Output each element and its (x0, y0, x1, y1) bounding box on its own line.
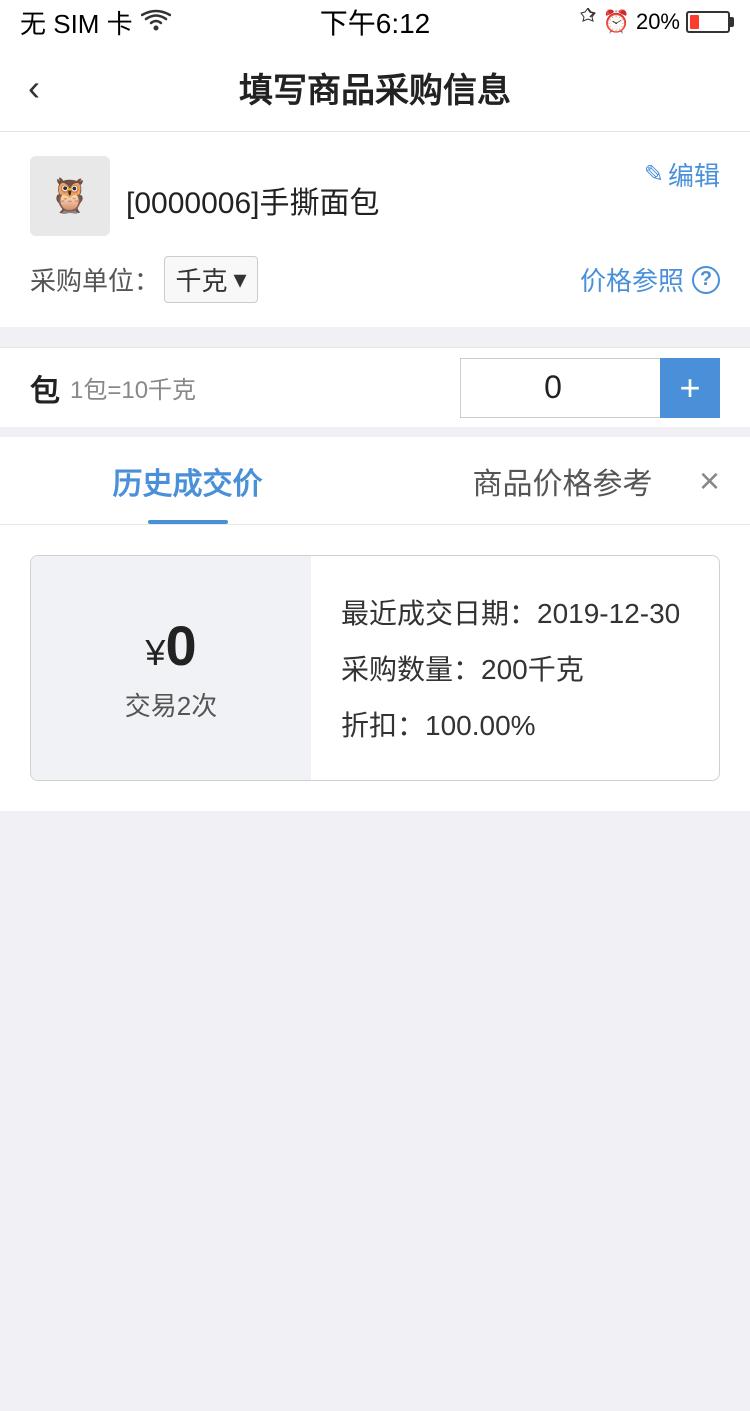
discount-label: 折扣： (341, 710, 425, 741)
main-body (0, 811, 750, 1411)
recent-date-label: 最近成交日期： (341, 598, 537, 629)
product-thumbnail: 🦉 (30, 156, 110, 236)
recent-date-row: 最近成交日期：2019-12-30 (341, 592, 689, 632)
unit-select[interactable]: 千克 ▾ (164, 256, 257, 303)
quantity-section: 包 1包=10千克 + (0, 347, 750, 427)
status-time: 下午6:12 (320, 2, 431, 42)
price-card-left: ¥0 交易2次 (31, 556, 311, 780)
product-left: 🦉 [0000006]手撕面包 (30, 156, 379, 236)
alarm-icon: ⏰ (603, 9, 630, 35)
tab-reference-label: 商品价格参考 (473, 459, 653, 503)
unit-label: 采购单位： (30, 266, 160, 296)
price-trades: 交易2次 (125, 686, 217, 723)
carrier-text: 无 SIM 卡 (20, 4, 133, 41)
product-meta: 采购单位： 千克 ▾ 价格参照 ? (30, 256, 720, 303)
discount-row: 折扣：100.00% (341, 704, 689, 744)
quantity-unit: 包 (30, 366, 60, 410)
tab-history-price[interactable]: 历史成交价 (0, 437, 375, 524)
price-card-right: 最近成交日期：2019-12-30 采购数量：200千克 折扣：100.00% (311, 556, 719, 780)
wifi-icon (141, 7, 171, 38)
discount-value: 100.00% (425, 710, 536, 741)
tabs-header: 历史成交价 商品价格参考 × (0, 437, 750, 525)
price-card: ¥0 交易2次 最近成交日期：2019-12-30 采购数量：200千克 折扣：… (30, 555, 720, 781)
location-icon (579, 8, 597, 36)
nav-bar: ‹ 填写商品采购信息 (0, 44, 750, 132)
tab-history-label: 历史成交价 (113, 459, 263, 503)
quantity-input-wrap: + (460, 358, 720, 418)
tab-price-reference[interactable]: 商品价格参考 (375, 437, 750, 524)
price-amount: 0 (165, 614, 196, 677)
product-owl-icon: 🦉 (49, 176, 91, 216)
quantity-conversion: 1包=10千克 (70, 370, 196, 405)
tabs-panel: 历史成交价 商品价格参考 × ¥0 交易2次 最近成交日期：2019-12-30… (0, 437, 750, 811)
purchase-qty-value: 200千克 (481, 654, 584, 685)
tab-underline (148, 520, 228, 524)
battery-percent: 20% (636, 9, 680, 35)
purchase-qty-label: 采购数量： (341, 654, 481, 685)
quantity-label: 包 1包=10千克 (30, 366, 196, 410)
edit-button[interactable]: ✎ 编辑 (644, 156, 720, 193)
unit-selector-wrap: 采购单位： 千克 ▾ (30, 256, 258, 303)
chevron-down-icon: ▾ (233, 264, 246, 295)
product-header: 🦉 [0000006]手撕面包 ✎ 编辑 (30, 156, 720, 236)
recent-date-value: 2019-12-30 (537, 598, 680, 629)
status-bar: 无 SIM 卡 下午6:12 ⏰ 20% (0, 0, 750, 44)
price-display: ¥0 (145, 613, 196, 678)
edit-icon: ✎ (644, 160, 664, 189)
tab-content: ¥0 交易2次 最近成交日期：2019-12-30 采购数量：200千克 折扣：… (0, 525, 750, 811)
quantity-input[interactable] (460, 358, 660, 418)
purchase-qty-row: 采购数量：200千克 (341, 648, 689, 688)
tab-close-button[interactable]: × (699, 460, 720, 502)
nav-title: 填写商品采购信息 (239, 63, 511, 112)
help-icon: ? (692, 266, 720, 294)
status-right: ⏰ 20% (579, 8, 730, 36)
product-name: [0000006]手撕面包 (126, 170, 379, 222)
product-section: 🦉 [0000006]手撕面包 ✎ 编辑 采购单位： 千克 ▾ 价格参照 ? (0, 132, 750, 327)
price-currency: ¥ (145, 632, 165, 673)
back-button[interactable]: ‹ (28, 67, 40, 109)
status-left: 无 SIM 卡 (20, 4, 171, 41)
price-reference-button[interactable]: 价格参照 ? (580, 261, 720, 298)
battery-icon (686, 11, 730, 33)
quantity-plus-button[interactable]: + (660, 358, 720, 418)
